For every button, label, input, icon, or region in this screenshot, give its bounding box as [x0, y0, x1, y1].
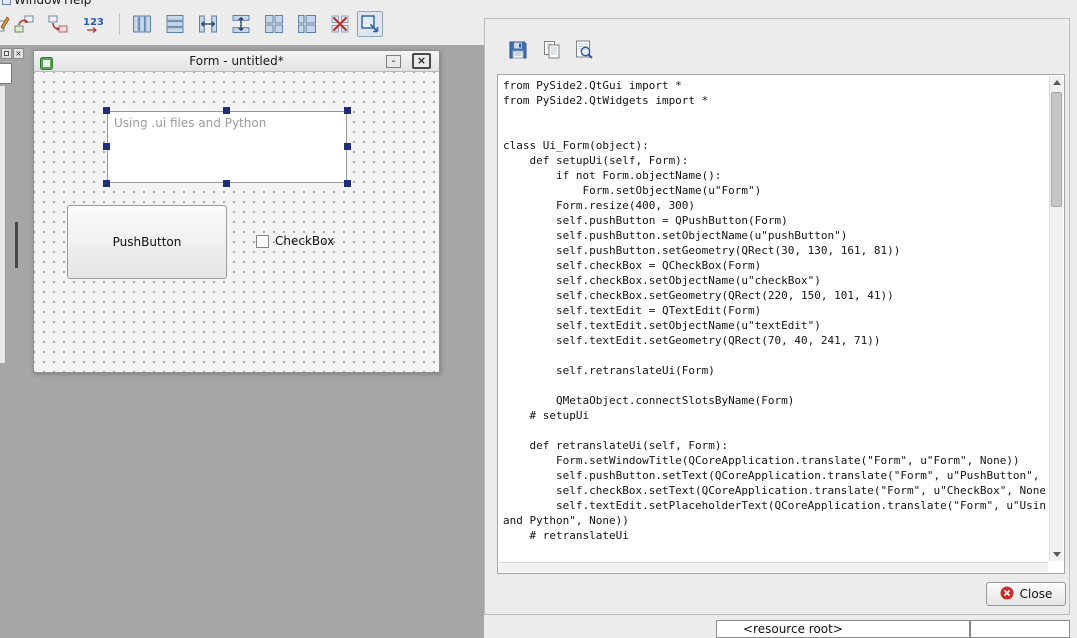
save-icon — [506, 38, 530, 62]
form-canvas[interactable]: Using .ui files and Python PushButton — [34, 72, 439, 372]
scrollbar-thumb[interactable] — [1051, 92, 1062, 207]
close-dialog-button[interactable]: Close — [986, 582, 1066, 606]
pushbutton-label: PushButton — [113, 235, 182, 249]
copy-icon — [540, 38, 564, 62]
layout-form-icon — [296, 13, 318, 35]
break-layout-icon — [329, 13, 351, 35]
close-window-button[interactable]: × — [412, 53, 431, 69]
layout-vertical-icon — [164, 13, 186, 35]
edit-tab-order-button[interactable]: 123 — [79, 11, 105, 37]
dock-panel-edge — [0, 86, 6, 363]
selection-handle-s[interactable] — [223, 180, 230, 187]
resource-browser-panel: <resource root> — [484, 615, 1077, 638]
layout-form-button[interactable] — [294, 11, 320, 37]
copy-button[interactable] — [538, 36, 566, 64]
selection-handle-ne[interactable] — [344, 107, 351, 114]
selection-handle-e[interactable] — [344, 143, 351, 150]
resource-root-item[interactable]: <resource root> — [716, 620, 970, 638]
dock-scrollbar-handle[interactable] — [15, 222, 18, 268]
save-button[interactable] — [504, 36, 532, 64]
code-view[interactable]: from PySide2.QtGui import * from PySide2… — [497, 74, 1065, 574]
close-circle-icon — [1000, 586, 1014, 603]
scroll-down-button[interactable] — [1050, 548, 1063, 561]
layout-vertical-splitter-icon — [230, 13, 252, 35]
generated-code: from PySide2.QtGui import * from PySide2… — [503, 78, 1045, 560]
qt-designer-screen: Window Help 123 — [0, 0, 1077, 638]
resource-panel-column — [970, 620, 1070, 638]
checkbox-indicator[interactable] — [256, 235, 269, 248]
checkbox-label: CheckBox — [275, 234, 334, 248]
selection-handle-w[interactable] — [103, 143, 110, 150]
textedit-placeholder: Using .ui files and Python — [114, 116, 266, 130]
textedit-widget[interactable]: Using .ui files and Python — [107, 111, 347, 183]
dock-filter-input[interactable] — [0, 63, 12, 84]
menu-window[interactable]: Window — [14, 0, 61, 7]
minimize-button[interactable]: - — [386, 55, 401, 68]
toolbar-separator — [119, 13, 120, 35]
edit-buddies-button[interactable] — [45, 11, 71, 37]
form-editor-window: Form - untitled* - × Using .ui files and… — [33, 50, 440, 373]
layout-grid-button[interactable] — [261, 11, 287, 37]
edit-tab-order-icon: 123 — [81, 13, 103, 35]
dock-close-icon: × — [15, 50, 22, 58]
dock-float-icon — [4, 51, 9, 56]
dock-float-button[interactable] — [1, 48, 12, 59]
pushbutton-widget[interactable]: PushButton — [67, 205, 227, 279]
layout-grid-icon — [263, 13, 285, 35]
find-button[interactable] — [570, 36, 598, 64]
selection-handle-nw[interactable] — [103, 107, 110, 114]
selection-handle-se[interactable] — [344, 180, 351, 187]
menu-help[interactable]: Help — [64, 0, 91, 7]
form-window-titlebar[interactable]: Form - untitled* - × — [34, 51, 439, 72]
edit-signals-slots-icon — [13, 13, 35, 35]
layout-horizontal-button[interactable] — [129, 11, 155, 37]
selection-handle-sw[interactable] — [103, 180, 110, 187]
horizontal-scrollbar[interactable] — [499, 562, 1048, 572]
vertical-scrollbar[interactable] — [1049, 76, 1063, 561]
scroll-up-button[interactable] — [1050, 76, 1063, 89]
form-window-title: Form - untitled* — [34, 54, 439, 68]
dock-close-button[interactable]: × — [13, 48, 24, 59]
textedit-selection: Using .ui files and Python — [107, 111, 347, 183]
app-icon — [2, 0, 11, 5]
adjust-size-button[interactable] — [357, 11, 383, 37]
find-icon — [572, 38, 596, 62]
code-preview-dialog: from PySide2.QtGui import * from PySide2… — [484, 18, 1070, 615]
layout-horizontal-splitter-icon — [197, 13, 219, 35]
edit-buddies-icon — [47, 13, 69, 35]
main-toolbar: 123 — [0, 8, 484, 44]
layout-vertical-button[interactable] — [162, 11, 188, 37]
mdi-workspace: × Form - untitled* - × Using .ui files a… — [0, 45, 484, 638]
selection-handle-n[interactable] — [223, 107, 230, 114]
arrow-up-icon — [1053, 80, 1061, 85]
close-button-label: Close — [1020, 587, 1053, 601]
arrow-down-icon — [1053, 552, 1061, 557]
svg-text:123: 123 — [83, 17, 103, 28]
adjust-size-icon — [359, 13, 381, 35]
layout-horizontal-splitter-button[interactable] — [195, 11, 221, 37]
layout-vertical-splitter-button[interactable] — [228, 11, 254, 37]
edit-signals-slots-button[interactable] — [11, 11, 37, 37]
checkbox-widget[interactable]: CheckBox — [256, 234, 334, 248]
resource-root-label: <resource root> — [743, 622, 843, 636]
layout-horizontal-icon — [131, 13, 153, 35]
edit-widgets-icon — [0, 13, 11, 35]
break-layout-button[interactable] — [327, 11, 353, 37]
